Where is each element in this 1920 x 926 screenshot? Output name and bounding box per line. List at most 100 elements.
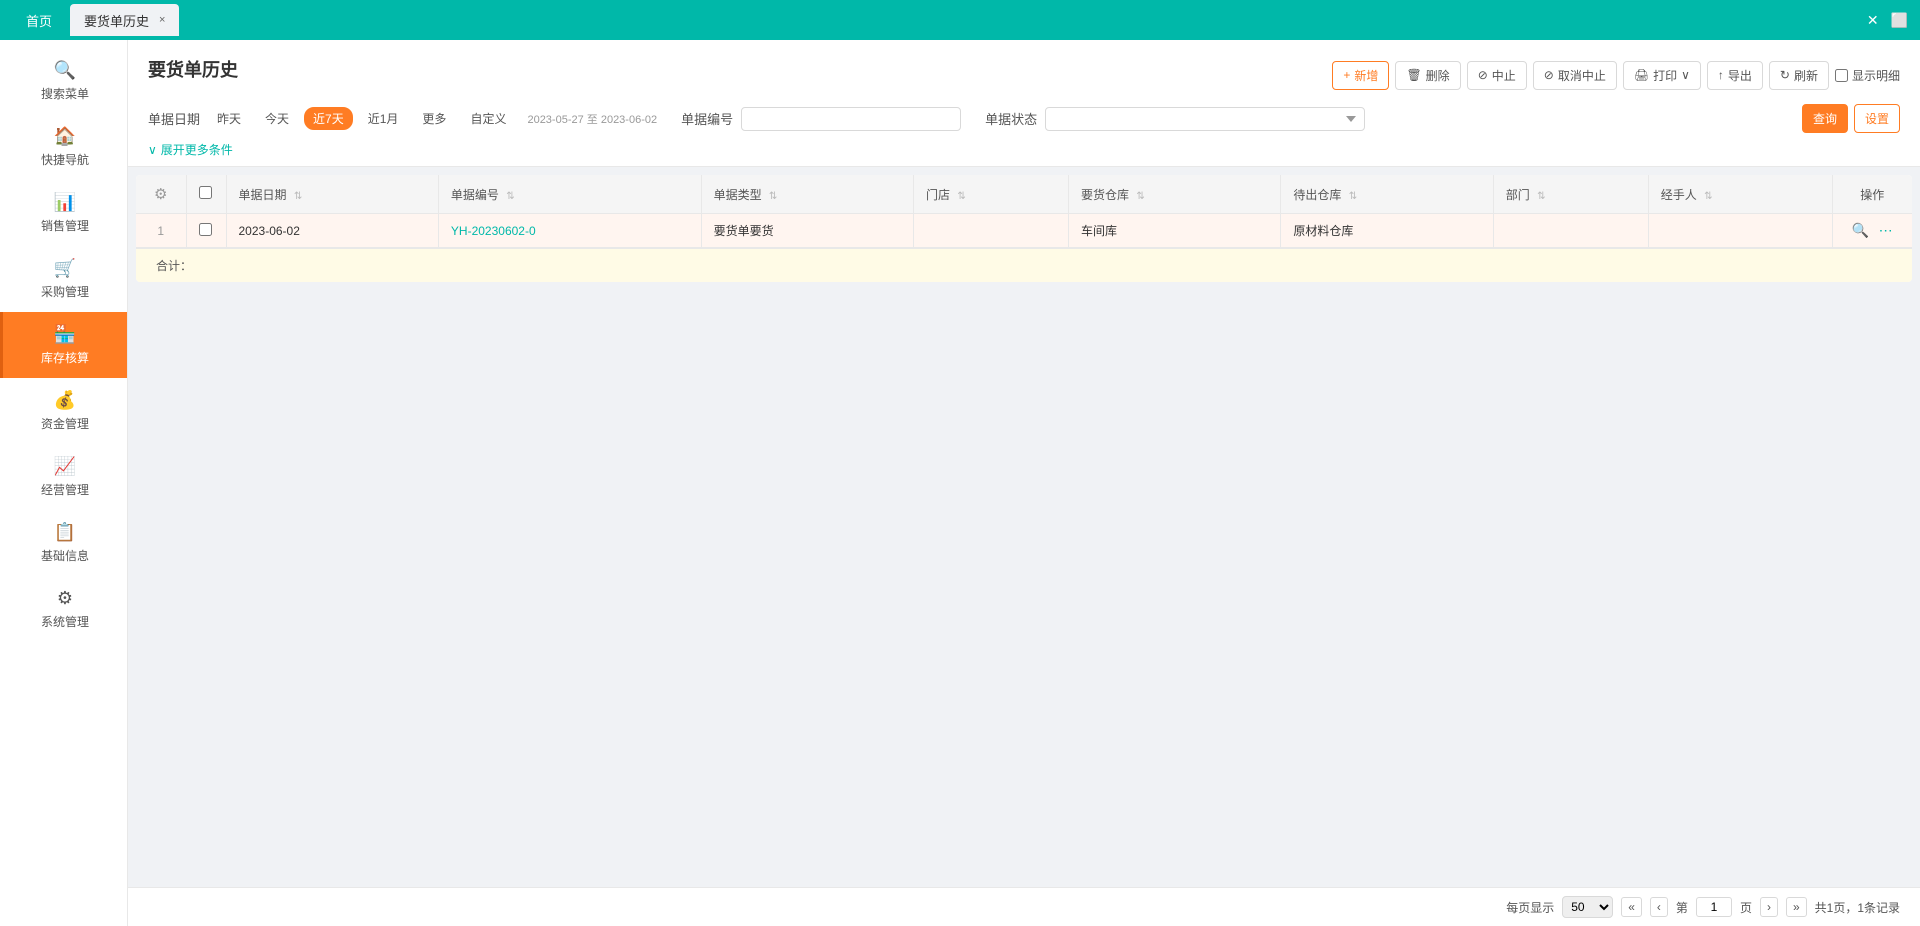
date-btn-today[interactable]: 今天 xyxy=(256,107,298,130)
main-content: 要货单历史 + 新增 🗑 删除 ⊘ 中止 xyxy=(128,40,1920,926)
doc-number-link[interactable]: YH-20230602-0 xyxy=(451,224,536,238)
cancel-stop-button[interactable]: ⊘ 取消中止 xyxy=(1533,61,1617,90)
filter-row: 单据日期 昨天 今天 近7天 近1月 更多 自定义 2023-05-27 至 2… xyxy=(148,104,1900,133)
sidebar-item-inventory[interactable]: 🏪 库存核算 xyxy=(0,312,127,378)
export-button[interactable]: ↑ 导出 xyxy=(1707,61,1763,90)
col-doc-type: 单据类型 ⇅ xyxy=(701,175,913,214)
cell-action: 🔍 ⋯ xyxy=(1832,214,1912,248)
tab-close-icon[interactable]: × xyxy=(159,14,165,26)
sort-doc-number-icon[interactable]: ⇅ xyxy=(506,191,514,202)
basics-icon: 📋 xyxy=(54,522,76,543)
export-icon: ↑ xyxy=(1718,68,1724,82)
col-date: 单据日期 ⇅ xyxy=(226,175,438,214)
display-detail-toggle[interactable]: 显示明细 xyxy=(1835,67,1900,84)
query-button[interactable]: 查询 xyxy=(1802,104,1848,133)
page-label: 第 xyxy=(1676,899,1688,916)
window-close-icon[interactable]: ✕ xyxy=(1867,12,1879,29)
cancel-stop-icon: ⊘ xyxy=(1544,68,1554,82)
column-settings-icon[interactable]: ⚙ xyxy=(154,186,167,203)
sort-store-icon[interactable]: ⇅ xyxy=(957,191,965,202)
tab-requisition-history[interactable]: 要货单历史 × xyxy=(70,4,179,36)
row-more-icon[interactable]: ⋯ xyxy=(1879,222,1893,238)
page-number-input[interactable] xyxy=(1696,897,1732,917)
page-size-label: 每页显示 xyxy=(1506,899,1554,916)
window-maximize-icon[interactable]: ⬜ xyxy=(1891,12,1908,29)
chevron-down-icon: ∨ xyxy=(148,143,157,157)
content-panel: ⚙ 单据日期 ⇅ xyxy=(136,175,1912,282)
sidebar-item-label: 销售管理 xyxy=(41,217,89,234)
sidebar-item-label: 资金管理 xyxy=(41,415,89,432)
first-page-button[interactable]: « xyxy=(1621,897,1642,917)
settings-button[interactable]: 设置 xyxy=(1854,104,1900,133)
top-bar-actions: ✕ ⬜ xyxy=(1867,12,1908,29)
delete-icon: 🗑 xyxy=(1406,68,1421,82)
query-actions: 查询 设置 xyxy=(1802,104,1900,133)
tab-home[interactable]: 首页 xyxy=(12,4,66,36)
doc-number-input[interactable] xyxy=(741,107,961,131)
sidebar-item-system[interactable]: ⚙ 系统管理 xyxy=(0,576,127,642)
operations-icon: 📈 xyxy=(54,456,76,477)
doc-status-select[interactable] xyxy=(1045,107,1365,131)
col-checkbox xyxy=(186,175,226,214)
expand-more[interactable]: ∨ 展开更多条件 xyxy=(148,141,1900,158)
table-wrapper: ⚙ 单据日期 ⇅ xyxy=(128,167,1920,887)
date-btn-custom[interactable]: 自定义 xyxy=(461,107,515,130)
date-btn-yesterday[interactable]: 昨天 xyxy=(208,107,250,130)
new-icon: + xyxy=(1343,68,1350,82)
delete-button[interactable]: 🗑 删除 xyxy=(1395,61,1460,90)
next-page-button[interactable]: › xyxy=(1760,897,1778,917)
sort-date-icon[interactable]: ⇅ xyxy=(294,191,302,202)
cell-store xyxy=(913,214,1068,248)
stop-button[interactable]: ⊘ 中止 xyxy=(1467,61,1527,90)
table-header-row: ⚙ 单据日期 ⇅ xyxy=(136,175,1912,214)
last-page-button[interactable]: » xyxy=(1786,897,1807,917)
print-icon: 🖨 xyxy=(1634,68,1649,82)
sidebar-item-basics[interactable]: 📋 基础信息 xyxy=(0,510,127,576)
col-req-warehouse: 要货仓库 ⇅ xyxy=(1068,175,1280,214)
sort-doc-type-icon[interactable]: ⇅ xyxy=(769,191,777,202)
date-btn-more[interactable]: 更多 xyxy=(413,107,455,130)
cell-doc-type: 要货单要货 xyxy=(701,214,913,248)
sidebar-item-finance[interactable]: 💰 资金管理 xyxy=(0,378,127,444)
row-view-icon[interactable]: 🔍 xyxy=(1852,222,1869,238)
new-button[interactable]: + 新增 xyxy=(1332,61,1389,90)
date-btn-last7days[interactable]: 近7天 xyxy=(304,107,353,130)
date-shortcuts: 昨天 今天 近7天 近1月 更多 自定义 xyxy=(208,107,515,130)
select-all-checkbox[interactable] xyxy=(199,186,212,199)
inventory-icon: 🏪 xyxy=(54,324,76,345)
print-button[interactable]: 🖨 打印 ∨ xyxy=(1623,61,1701,90)
sort-req-warehouse-icon[interactable]: ⇅ xyxy=(1136,191,1144,202)
summary-label: 合计： xyxy=(156,257,192,274)
sidebar-item-label: 经营管理 xyxy=(41,481,89,498)
row-checkbox[interactable] xyxy=(199,223,212,236)
col-doc-number: 单据编号 ⇅ xyxy=(438,175,701,214)
sidebar-item-operations[interactable]: 📈 经营管理 xyxy=(0,444,127,510)
sidebar-item-purchase[interactable]: 🛒 采购管理 xyxy=(0,246,127,312)
display-detail-checkbox[interactable] xyxy=(1835,69,1848,82)
cell-date: 2023-06-02 xyxy=(226,214,438,248)
sidebar-item-sales[interactable]: 📊 销售管理 xyxy=(0,180,127,246)
finance-icon: 💰 xyxy=(54,390,76,411)
sort-handler-icon[interactable]: ⇅ xyxy=(1704,191,1712,202)
refresh-button[interactable]: ↻ 刷新 xyxy=(1769,61,1829,90)
data-table: ⚙ 单据日期 ⇅ xyxy=(136,175,1912,248)
expand-more-label: 展开更多条件 xyxy=(161,141,233,158)
sidebar-item-label: 快捷导航 xyxy=(41,151,89,168)
sidebar-item-quick-nav[interactable]: 🏠 快捷导航 xyxy=(0,114,127,180)
doc-number-label: 单据编号 xyxy=(681,109,733,128)
date-label: 单据日期 xyxy=(148,109,200,128)
prev-page-button[interactable]: ‹ xyxy=(1650,897,1668,917)
col-store: 门店 ⇅ xyxy=(913,175,1068,214)
cell-checkbox xyxy=(186,214,226,248)
print-dropdown-icon: ∨ xyxy=(1681,68,1690,82)
refresh-icon: ↻ xyxy=(1780,68,1790,82)
cell-doc-number: YH-20230602-0 xyxy=(438,214,701,248)
date-btn-last1month[interactable]: 近1月 xyxy=(359,107,408,130)
sidebar-item-search-menu[interactable]: 🔍 搜索菜单 xyxy=(0,48,127,114)
sort-pending-warehouse-icon[interactable]: ⇅ xyxy=(1349,191,1357,202)
sort-department-icon[interactable]: ⇅ xyxy=(1537,191,1545,202)
toolbar: + 新增 🗑 删除 ⊘ 中止 ⊘ 取消中止 xyxy=(1332,61,1900,90)
system-icon: ⚙ xyxy=(57,588,73,609)
page-size-select[interactable]: 50 20 100 xyxy=(1562,896,1613,918)
top-bar: 首页 要货单历史 × ✕ ⬜ xyxy=(0,0,1920,40)
